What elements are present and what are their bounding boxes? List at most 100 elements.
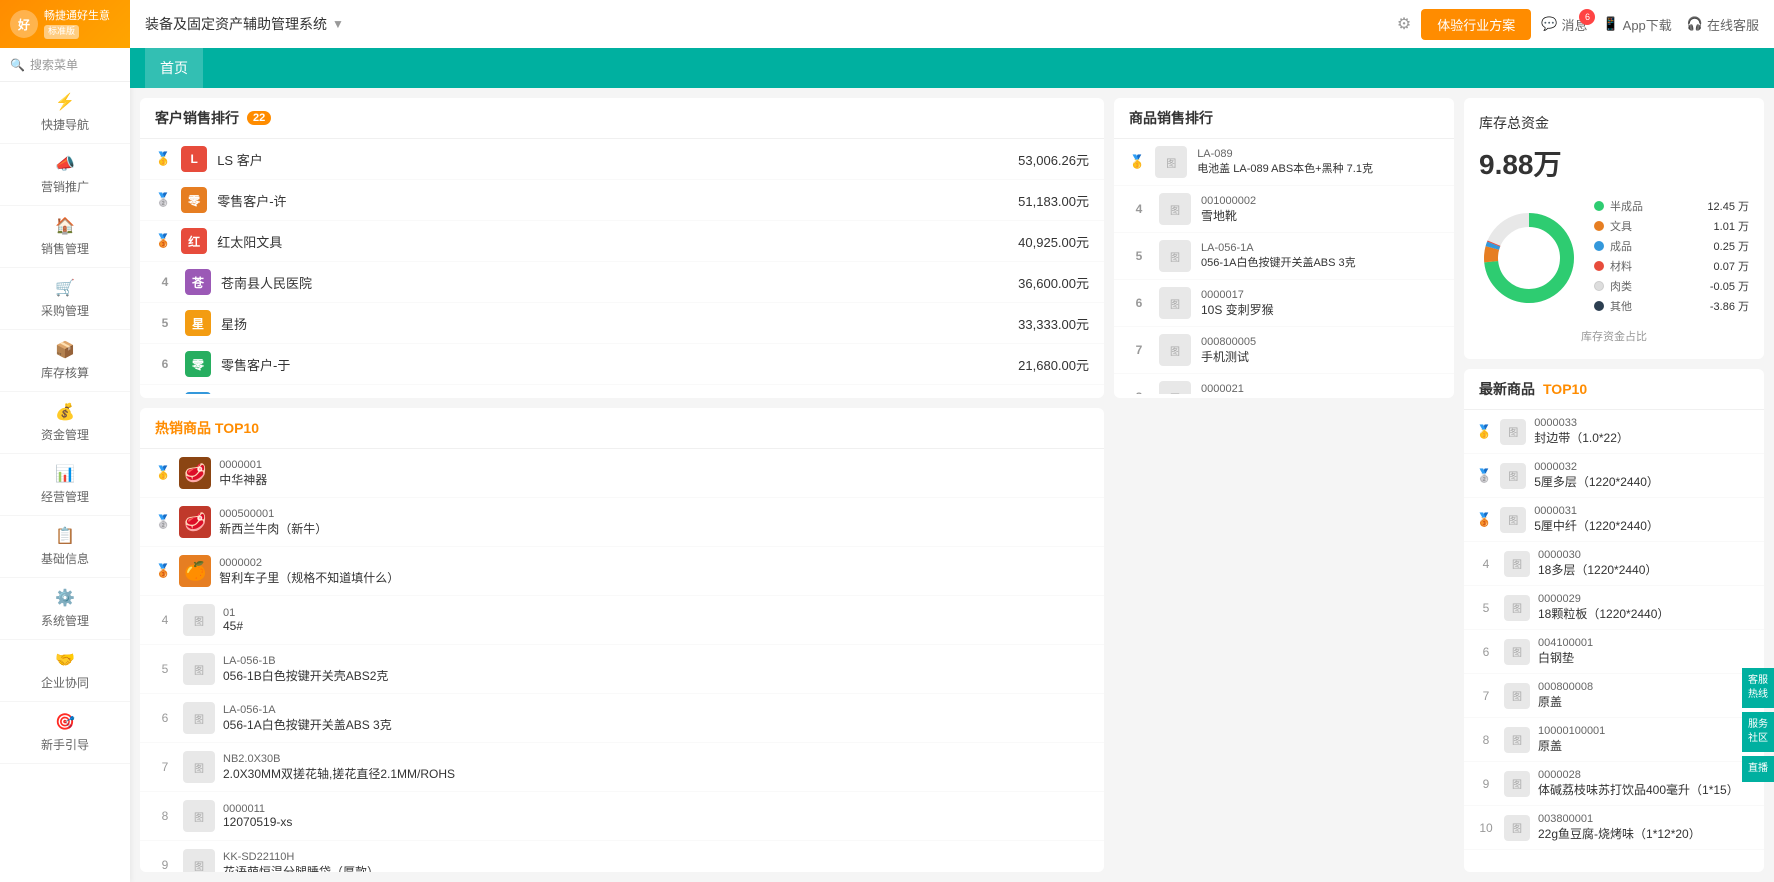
legend-dot-semifinished (1594, 201, 1604, 211)
customer-ranking-list: 🥇 L LS 客户 53,006.26元 🥈 零 零售客户-许 51,183.0… (140, 139, 1104, 394)
trial-button[interactable]: 体验行业方案 (1421, 9, 1531, 40)
sidebar-item-purchase[interactable]: 🛒 采购管理 (0, 268, 130, 330)
guide-icon: 🎯 (55, 712, 75, 732)
hot-thumb-1: 🥩 (179, 457, 211, 489)
logo-text: 畅捷通好生意 标准版 (44, 9, 110, 39)
inventory-footer: 库存资金占比 (1479, 328, 1749, 344)
content-area: 客户销售排行 22 🥇 L LS 客户 53,006.26元 🥈 零 零售客户-… (130, 88, 1774, 882)
legend-dot-finished (1594, 241, 1604, 251)
sidebar-nav: ⚡ 快捷导航 📣 营销推广 🏠 销售管理 🛒 采购管理 📦 库存核算 💰 资金管… (0, 82, 130, 882)
sidebar-item-inventory[interactable]: 📦 库存核算 (0, 330, 130, 392)
sidebar-item-marketing[interactable]: 📣 营销推广 (0, 144, 130, 206)
cs-community-button[interactable]: 服务社区 (1742, 712, 1774, 752)
avatar-4: 苍 (185, 269, 211, 295)
legend-dot-stationery (1594, 221, 1604, 231)
sidebar-item-system[interactable]: ⚙️ 系统管理 (0, 578, 130, 640)
hot-info-2: 000500001 新西兰牛肉（新牛） (219, 508, 1089, 537)
product-ranking-list: 🥇 图 LA-089 电池盖 LA-089 ABS本色+黑种 7.1克 4 图 … (1114, 139, 1454, 394)
cs-hotline-button[interactable]: 客服热线 (1742, 668, 1774, 708)
product-ranking-header: 商品销售排行 (1114, 98, 1454, 139)
hot-thumb-7: 图 (183, 751, 215, 783)
newest-medal-1: 🥇 (1476, 424, 1492, 440)
newest-thumb-10: 图 (1504, 815, 1530, 841)
legend-dot-material (1594, 261, 1604, 271)
avatar-7: 云 (185, 392, 211, 394)
inventory-panel: 库存总资金 9.88万 (1464, 98, 1764, 359)
page-nav: 首页 (130, 48, 1774, 88)
inventory-title: 库存总资金 (1479, 113, 1749, 133)
newest-item-10: 10 图 003800001 22g鱼豆腐-烧烤味（1*12*20） (1464, 806, 1764, 850)
prod-thumb-3: 图 (1159, 240, 1191, 272)
ranking-item-2: 🥈 零 零售客户-许 51,183.00元 (140, 180, 1104, 221)
hot-item-6: 6 图 LA-056-1A 056-1A白色按键开关盖ABS 3克 (140, 694, 1104, 743)
hot-info-4: 01 45# (223, 607, 1089, 633)
sidebar: 好 畅捷通好生意 标准版 🔍 搜索菜单 ⚡ 快捷导航 📣 营销推广 🏠 销售管理… (0, 0, 130, 882)
cs-live-button[interactable]: 直播 (1742, 756, 1774, 782)
search-icon: 🔍 (10, 58, 25, 72)
product-ranking-panel: 商品销售排行 🥇 图 LA-089 电池盖 LA-089 ABS本色+黑种 7.… (1114, 98, 1454, 398)
newest-thumb-6: 图 (1504, 639, 1530, 665)
hot-thumb-6: 图 (183, 702, 215, 734)
newest-products-panel: 最新商品 TOP10 🥇 图 0000033 封边带（1.0*22） 🥈 图 (1464, 369, 1764, 872)
hot-item-9: 9 图 KK-SD22110H 花语萌恒温分腿睡袋（厚款） (140, 841, 1104, 872)
newest-item-7: 7 图 000800008 原盖 (1464, 674, 1764, 718)
inventory-legend: 半成品 12.45 万 文具 1.01 万 成品 0.25 万 (1594, 198, 1749, 318)
dropdown-arrow-icon[interactable]: ▼ (332, 17, 344, 31)
ranking-item-4: 4 苍 苍南县人民医院 36,600.00元 (140, 262, 1104, 303)
system-icon: ⚙️ (55, 588, 75, 608)
product-item-6: 8 图 0000021 夹克 (1114, 374, 1454, 394)
purchase-icon: 🛒 (55, 278, 75, 298)
legend-dot-other (1594, 301, 1604, 311)
inventory-donut-chart (1479, 208, 1579, 308)
hot-info-3: 0000002 智利车子里（规格不知道填什么） (219, 557, 1089, 586)
medal-bronze-icon: 🥉 (155, 233, 171, 249)
hot-info-7: NB2.0X30B 2.0X30MM双搓花轴,搓花直径2.1MM/ROHS (223, 753, 1089, 782)
nav-tab-home[interactable]: 首页 (145, 48, 203, 88)
online-service-button[interactable]: 🎧 在线客服 (1687, 15, 1759, 34)
app-logo: 好 畅捷通好生意 标准版 (0, 0, 130, 48)
logo-icon: 好 (10, 10, 38, 38)
sidebar-item-base[interactable]: 📋 基础信息 (0, 516, 130, 578)
newest-item-9: 9 图 0000028 体碱荔枝味苏打饮品400毫升（1*15） (1464, 762, 1764, 806)
app-download-button[interactable]: 📱 App下载 (1602, 15, 1671, 34)
newest-thumb-4: 图 (1504, 551, 1530, 577)
headset-icon: 🎧 (1687, 16, 1703, 32)
newest-thumb-5: 图 (1504, 595, 1530, 621)
product-item-4: 6 图 0000017 10S 变刺罗猴 (1114, 280, 1454, 327)
newest-thumb-1: 图 (1500, 419, 1526, 445)
newest-item-1: 🥇 图 0000033 封边带（1.0*22） (1464, 410, 1764, 454)
newest-thumb-9: 图 (1504, 771, 1530, 797)
legend-meat: 肉类 -0.05 万 (1594, 278, 1749, 294)
newest-item-4: 4 图 0000030 18多层（1220*2440） (1464, 542, 1764, 586)
sidebar-item-guide[interactable]: 🎯 新手引导 (0, 702, 130, 764)
hot-info-9: KK-SD22110H 花语萌恒温分腿睡袋（厚款） (223, 851, 1089, 873)
hot-thumb-9: 图 (183, 849, 215, 872)
hot-thumb-2: 🥩 (179, 506, 211, 538)
message-icon: 💬 (1541, 16, 1557, 32)
cooperation-icon: 🤝 (55, 650, 75, 670)
sidebar-item-shortcut[interactable]: ⚡ 快捷导航 (0, 82, 130, 144)
settings-icon[interactable]: ⚙ (1397, 14, 1411, 34)
hot-item-5: 5 图 LA-056-1B 056-1B白色按键开关壳ABS2克 (140, 645, 1104, 694)
customer-ranking-panel: 客户销售排行 22 🥇 L LS 客户 53,006.26元 🥈 零 零售客户-… (140, 98, 1104, 398)
legend-material: 材料 0.07 万 (1594, 258, 1749, 274)
prod-thumb-6: 图 (1159, 381, 1191, 394)
search-menu[interactable]: 🔍 搜索菜单 (0, 48, 130, 82)
hot-products-list: 🥇 🥩 0000001 中华神器 🥈 🥩 000500001 新西兰牛肉（新牛） (140, 449, 1104, 872)
middle-column: 商品销售排行 🥇 图 LA-089 电池盖 LA-089 ABS本色+黑种 7.… (1114, 98, 1454, 872)
legend-dot-meat (1594, 281, 1604, 291)
hot-products-panel: 热销商品 TOP10 🥇 🥩 0000001 中华神器 🥈 🥩 (140, 408, 1104, 872)
sidebar-item-operations[interactable]: 📊 经营管理 (0, 454, 130, 516)
sidebar-item-cooperation[interactable]: 🤝 企业协同 (0, 640, 130, 702)
legend-other: 其他 -3.86 万 (1594, 298, 1749, 314)
prod-thumb-1: 图 (1155, 146, 1187, 178)
sidebar-item-finance[interactable]: 💰 资金管理 (0, 392, 130, 454)
sidebar-item-sales[interactable]: 🏠 销售管理 (0, 206, 130, 268)
newest-item-5: 5 图 0000029 18颗粒板（1220*2440） (1464, 586, 1764, 630)
message-button[interactable]: 💬 消息 6 (1541, 15, 1587, 34)
newest-products-list: 🥇 图 0000033 封边带（1.0*22） 🥈 图 0000032 5厘多层… (1464, 410, 1764, 872)
product-item-1: 🥇 图 LA-089 电池盖 LA-089 ABS本色+黑种 7.1克 (1114, 139, 1454, 186)
ranking-item-6: 6 零 零售客户-于 21,680.00元 (140, 344, 1104, 385)
topbar: 装备及固定资产辅助管理系统 ▼ ⚙ 体验行业方案 💬 消息 6 📱 App下载 … (130, 0, 1774, 48)
hot-thumb-4: 图 (183, 604, 215, 636)
